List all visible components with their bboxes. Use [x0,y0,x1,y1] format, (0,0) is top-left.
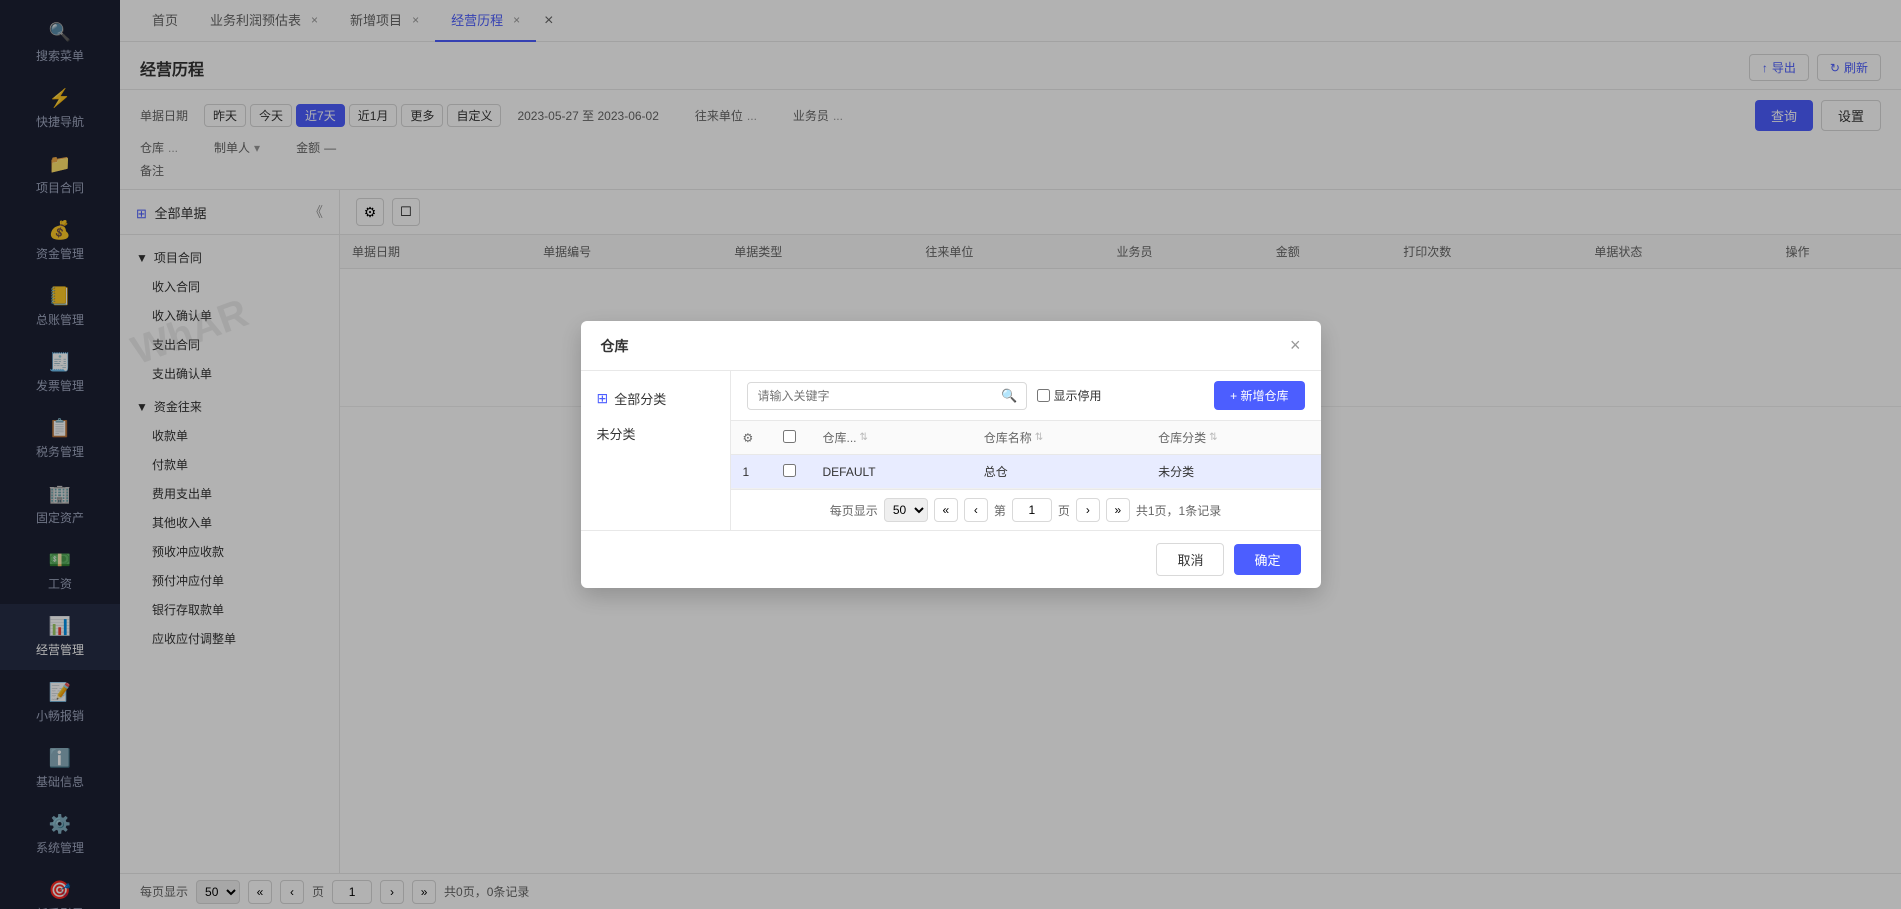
modal-table: ⚙ 仓库... ⇅ [731,421,1321,489]
modal-search-box: 🔍 [747,382,1027,410]
modal-footer: 取消 确定 [581,530,1321,588]
modal-title: 仓库 [601,336,629,356]
modal-cancel-btn[interactable]: 取消 [1156,543,1224,576]
modal-col-gear: ⚙ [731,421,771,455]
modal-per-page-label: 每页显示 [830,502,878,519]
modal-right-panel: 🔍 显示停用 + 新增仓库 [731,371,1321,530]
code-sort-icon[interactable]: ⇅ [860,432,868,443]
modal-page-label: 第 [994,502,1006,519]
modal-show-disabled-label[interactable]: 显示停用 [1037,387,1102,404]
modal-pagination: 每页显示 50 « ‹ 第 页 › » 共1页，1条记录 [731,489,1321,530]
table-row[interactable]: 1 DEFAULT 总仓 未分类 [731,455,1321,489]
name-sort-icon[interactable]: ⇅ [1035,432,1043,443]
modal-uncategorized[interactable]: 未分类 [581,416,730,451]
grid-icon: ⊞ [597,390,609,407]
modal-first-page-btn[interactable]: « [934,498,958,522]
modal-page-suffix: 页 [1058,502,1070,519]
modal-prev-page-btn[interactable]: ‹ [964,498,988,522]
modal-header: 仓库 × [581,321,1321,371]
warehouse-modal: 仓库 × ⊞ 全部分类 未分类 🔍 [581,321,1321,588]
modal-confirm-btn[interactable]: 确定 [1234,544,1300,575]
row-name: 总仓 [972,455,1146,489]
modal-total-info: 共1页，1条记录 [1136,502,1221,519]
modal-body: ⊞ 全部分类 未分类 🔍 显示停用 [581,371,1321,530]
modal-col-name: 仓库名称 ⇅ [972,421,1146,455]
modal-show-disabled-checkbox[interactable] [1037,389,1050,402]
row-code: DEFAULT [811,455,972,489]
modal-page-input[interactable] [1012,498,1052,522]
modal-last-page-btn[interactable]: » [1106,498,1130,522]
modal-all-category[interactable]: ⊞ 全部分类 [581,381,730,416]
modal-search-input[interactable] [748,384,994,408]
modal-select-all-checkbox[interactable] [783,430,796,443]
category-sort-icon[interactable]: ⇅ [1209,432,1217,443]
modal-col-category: 仓库分类 ⇅ [1146,421,1320,455]
row-index: 1 [731,455,771,489]
modal-close-btn[interactable]: × [1290,335,1301,356]
row-select-checkbox[interactable] [783,464,796,477]
row-checkbox [771,455,811,489]
modal-next-page-btn[interactable]: › [1076,498,1100,522]
modal-per-page-select[interactable]: 50 [884,498,928,522]
modal-col-check [771,421,811,455]
modal-col-code: 仓库... ⇅ [811,421,972,455]
modal-left-panel: ⊞ 全部分类 未分类 [581,371,731,530]
row-category: 未分类 [1146,455,1320,489]
modal-search-icon[interactable]: 🔍 [993,383,1025,409]
modal-add-warehouse-btn[interactable]: + 新增仓库 [1214,381,1304,410]
modal-gear-icon[interactable]: ⚙ [743,431,754,445]
modal-toolbar: 🔍 显示停用 + 新增仓库 [731,371,1321,421]
modal-table-container: ⚙ 仓库... ⇅ [731,421,1321,489]
modal-overlay: 仓库 × ⊞ 全部分类 未分类 🔍 [0,0,1901,909]
